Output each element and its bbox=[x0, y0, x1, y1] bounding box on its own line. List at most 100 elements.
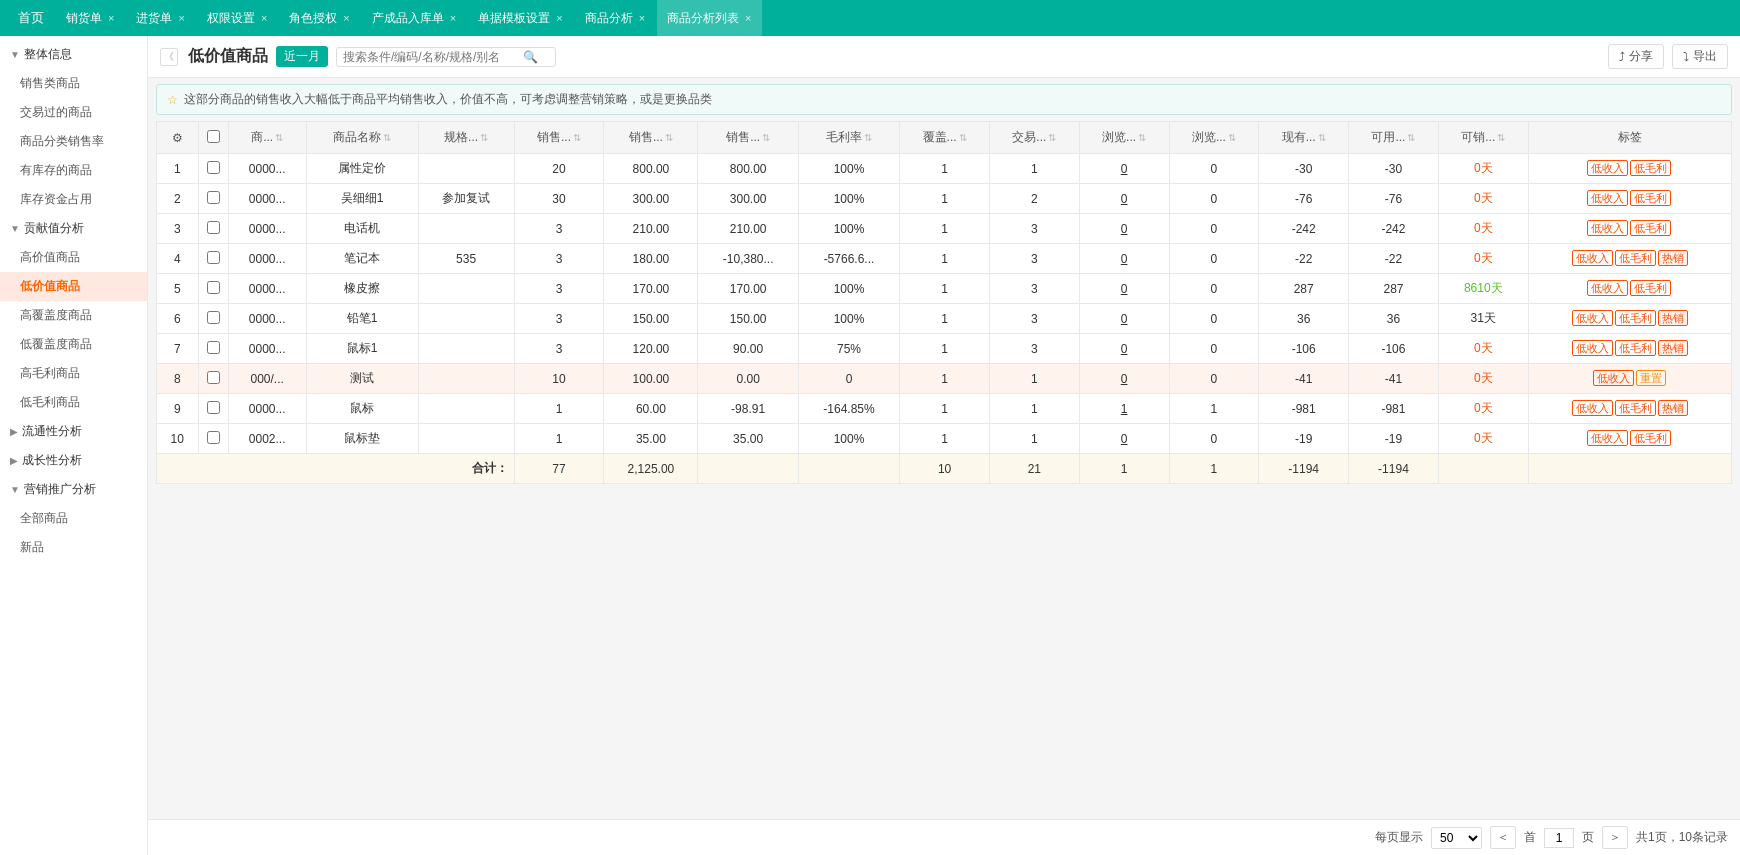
cell-checkbox[interactable] bbox=[198, 214, 228, 244]
nav-product-inbound[interactable]: 产成品入库单 × bbox=[362, 0, 466, 36]
nav-product-analysis-list[interactable]: 商品分析列表 × bbox=[657, 0, 761, 36]
period-button[interactable]: 近一月 bbox=[276, 46, 328, 67]
sidebar-item-high-value[interactable]: 高价值商品 bbox=[0, 243, 147, 272]
cell-checkbox[interactable] bbox=[198, 424, 228, 454]
browse-link[interactable]: 0 bbox=[1121, 372, 1128, 386]
sidebar-item-stock-products[interactable]: 有库存的商品 bbox=[0, 156, 147, 185]
sidebar-group-marketing[interactable]: ▼ 营销推广分析 bbox=[0, 475, 147, 504]
cell-browse1[interactable]: 0 bbox=[1079, 274, 1169, 304]
col-transactions[interactable]: 交易...⇅ bbox=[989, 122, 1079, 154]
col-sellable[interactable]: 可销...⇅ bbox=[1438, 122, 1528, 154]
col-current-stock[interactable]: 现有...⇅ bbox=[1259, 122, 1349, 154]
select-all-checkbox[interactable] bbox=[207, 130, 220, 143]
nav-sales-order[interactable]: 销货单 × bbox=[56, 0, 124, 36]
sidebar-item-low-coverage[interactable]: 低覆盖度商品 bbox=[0, 330, 147, 359]
row-checkbox[interactable] bbox=[207, 311, 220, 324]
close-icon[interactable]: × bbox=[108, 12, 114, 24]
cell-checkbox[interactable] bbox=[198, 184, 228, 214]
col-browse1[interactable]: 浏览...⇅ bbox=[1079, 122, 1169, 154]
export-button[interactable]: ⤵ 导出 bbox=[1672, 44, 1728, 69]
sidebar-item-sales-products[interactable]: 销售类商品 bbox=[0, 69, 147, 98]
row-checkbox[interactable] bbox=[207, 371, 220, 384]
per-page-select[interactable]: 50 100 200 bbox=[1431, 827, 1482, 849]
sidebar-item-new-products[interactable]: 新品 bbox=[0, 533, 147, 562]
col-sales-amount[interactable]: 销售...⇅ bbox=[604, 122, 698, 154]
row-checkbox[interactable] bbox=[207, 431, 220, 444]
close-icon[interactable]: × bbox=[343, 12, 349, 24]
cell-browse1[interactable]: 0 bbox=[1079, 244, 1169, 274]
cell-browse1[interactable]: 0 bbox=[1079, 214, 1169, 244]
cell-checkbox[interactable] bbox=[198, 274, 228, 304]
close-icon[interactable]: × bbox=[745, 12, 751, 24]
sidebar-group-contribution[interactable]: ▼ 贡献值分析 bbox=[0, 214, 147, 243]
nav-purchase-order[interactable]: 进货单 × bbox=[126, 0, 194, 36]
cell-checkbox[interactable] bbox=[198, 244, 228, 274]
close-icon[interactable]: × bbox=[450, 12, 456, 24]
col-settings[interactable]: ⚙ bbox=[157, 122, 199, 154]
cell-browse1[interactable]: 0 bbox=[1079, 424, 1169, 454]
browse-link[interactable]: 0 bbox=[1121, 312, 1128, 326]
browse-link[interactable]: 0 bbox=[1121, 282, 1128, 296]
row-checkbox[interactable] bbox=[207, 221, 220, 234]
sidebar-item-all-products[interactable]: 全部商品 bbox=[0, 504, 147, 533]
cell-checkbox[interactable] bbox=[198, 364, 228, 394]
search-input[interactable] bbox=[343, 50, 523, 64]
cell-browse1[interactable]: 0 bbox=[1079, 154, 1169, 184]
sidebar-item-low-value[interactable]: 低价值商品 bbox=[0, 272, 147, 301]
collapse-sidebar-button[interactable]: 《 bbox=[160, 48, 178, 66]
page-input[interactable] bbox=[1544, 828, 1574, 848]
row-checkbox[interactable] bbox=[207, 401, 220, 414]
table-wrapper[interactable]: ⚙ 商...⇅ 商品名称⇅ 规格...⇅ 销售...⇅ 销售...⇅ 销售...… bbox=[156, 121, 1732, 819]
col-code[interactable]: 商...⇅ bbox=[228, 122, 306, 154]
row-checkbox[interactable] bbox=[207, 341, 220, 354]
browse-link[interactable]: 0 bbox=[1121, 252, 1128, 266]
cell-browse1[interactable]: 0 bbox=[1079, 184, 1169, 214]
sidebar-group-growth[interactable]: ▶ 成长性分析 bbox=[0, 446, 147, 475]
row-checkbox[interactable] bbox=[207, 161, 220, 174]
col-available[interactable]: 可用...⇅ bbox=[1349, 122, 1439, 154]
cell-checkbox[interactable] bbox=[198, 304, 228, 334]
cell-browse1[interactable]: 0 bbox=[1079, 334, 1169, 364]
sidebar-item-inventory-capital[interactable]: 库存资金占用 bbox=[0, 185, 147, 214]
row-checkbox[interactable] bbox=[207, 281, 220, 294]
close-icon[interactable]: × bbox=[556, 12, 562, 24]
col-gross-margin[interactable]: 毛利率⇅ bbox=[798, 122, 899, 154]
col-sales-price[interactable]: 销售...⇅ bbox=[698, 122, 798, 154]
share-button[interactable]: ⤴ 分享 bbox=[1608, 44, 1664, 69]
close-icon[interactable]: × bbox=[178, 12, 184, 24]
cell-browse1[interactable]: 1 bbox=[1079, 394, 1169, 424]
nav-role-auth[interactable]: 角色授权 × bbox=[279, 0, 359, 36]
sidebar-item-category-sales-rate[interactable]: 商品分类销售率 bbox=[0, 127, 147, 156]
sidebar-item-low-margin[interactable]: 低毛利商品 bbox=[0, 388, 147, 417]
row-checkbox[interactable] bbox=[207, 251, 220, 264]
nav-permissions[interactable]: 权限设置 × bbox=[197, 0, 277, 36]
cell-checkbox[interactable] bbox=[198, 154, 228, 184]
close-icon[interactable]: × bbox=[639, 12, 645, 24]
col-checkbox[interactable] bbox=[198, 122, 228, 154]
browse-link[interactable]: 0 bbox=[1121, 432, 1128, 446]
browse-link[interactable]: 1 bbox=[1121, 402, 1128, 416]
browse-link[interactable]: 0 bbox=[1121, 222, 1128, 236]
last-page-button[interactable]: ＞ bbox=[1602, 826, 1628, 849]
close-icon[interactable]: × bbox=[261, 12, 267, 24]
col-sales-qty[interactable]: 销售...⇅ bbox=[514, 122, 604, 154]
sidebar-item-high-coverage[interactable]: 高覆盖度商品 bbox=[0, 301, 147, 330]
first-page-button[interactable]: ＜ bbox=[1490, 826, 1516, 849]
row-checkbox[interactable] bbox=[207, 191, 220, 204]
browse-link[interactable]: 0 bbox=[1121, 192, 1128, 206]
search-icon[interactable]: 🔍 bbox=[523, 50, 538, 64]
col-browse2[interactable]: 浏览...⇅ bbox=[1169, 122, 1259, 154]
cell-checkbox[interactable] bbox=[198, 394, 228, 424]
sidebar-group-overall[interactable]: ▼ 整体信息 bbox=[0, 40, 147, 69]
cell-browse1[interactable]: 0 bbox=[1079, 304, 1169, 334]
sidebar-group-circulation[interactable]: ▶ 流通性分析 bbox=[0, 417, 147, 446]
nav-product-analysis[interactable]: 商品分析 × bbox=[575, 0, 655, 36]
nav-template-settings[interactable]: 单据模板设置 × bbox=[468, 0, 572, 36]
cell-checkbox[interactable] bbox=[198, 334, 228, 364]
nav-home[interactable]: 首页 bbox=[8, 0, 54, 36]
cell-browse1[interactable]: 0 bbox=[1079, 364, 1169, 394]
col-spec[interactable]: 规格...⇅ bbox=[418, 122, 514, 154]
browse-link[interactable]: 0 bbox=[1121, 342, 1128, 356]
col-name[interactable]: 商品名称⇅ bbox=[306, 122, 418, 154]
col-coverage[interactable]: 覆盖...⇅ bbox=[900, 122, 990, 154]
